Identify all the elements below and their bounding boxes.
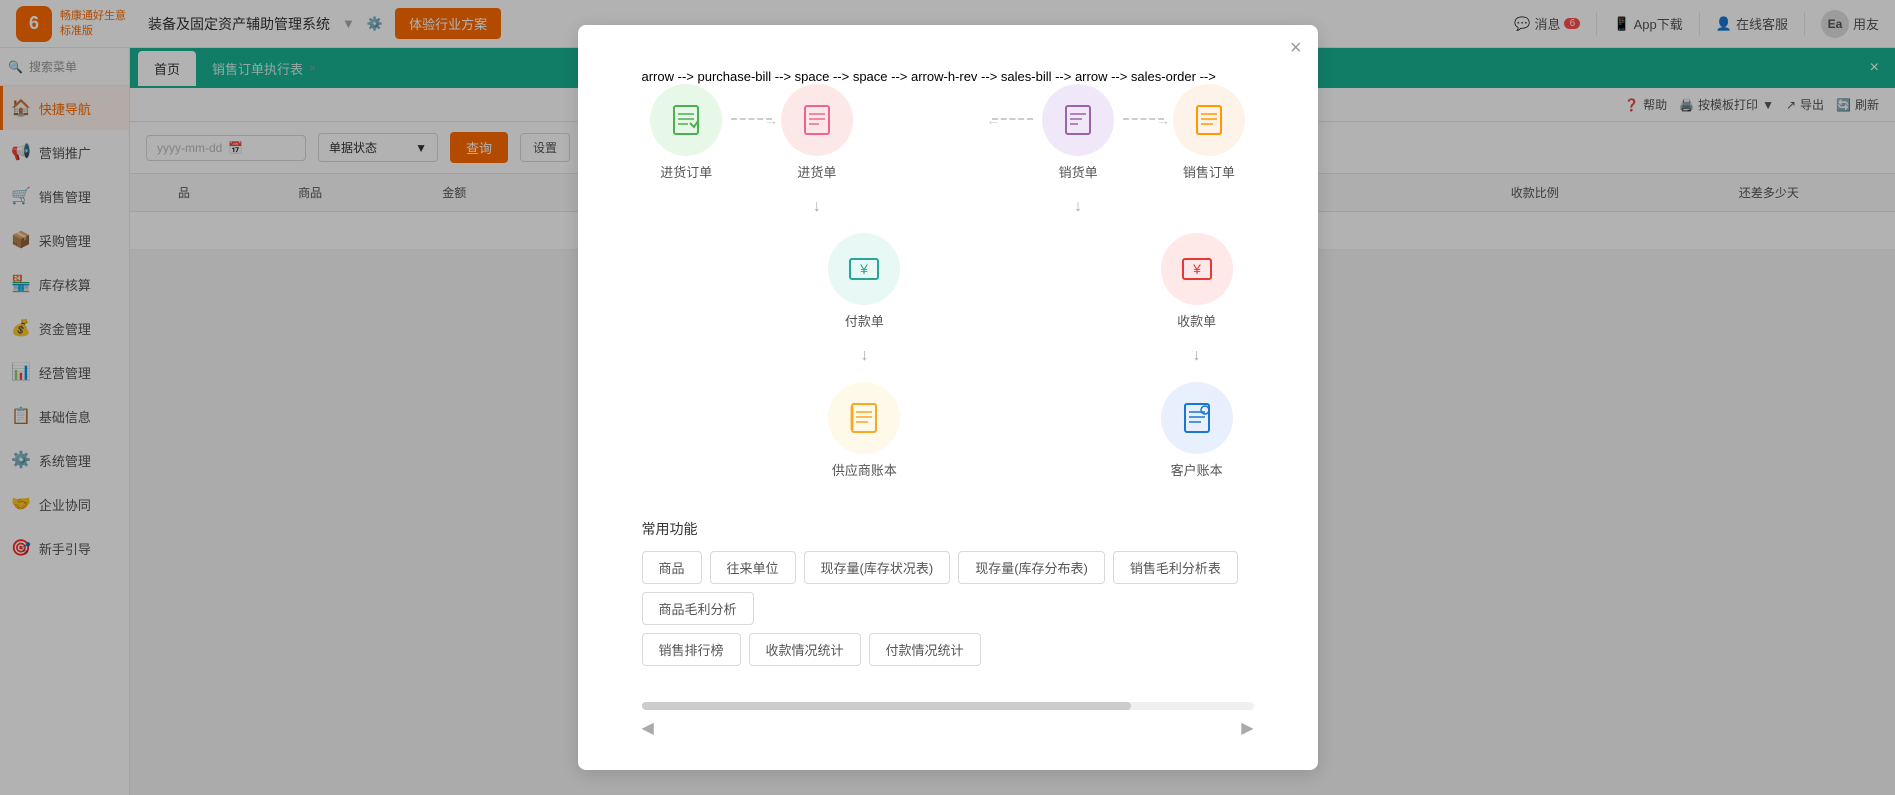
modal-scrollbar[interactable] [642, 702, 1254, 710]
payment-circle: ¥ [828, 233, 900, 305]
arrow-down-payment: ↓ [808, 348, 922, 364]
svg-text:¥: ¥ [860, 261, 869, 277]
func-btn-counterpart[interactable]: 往来单位 [710, 551, 796, 584]
purchase-bill-icon [799, 102, 835, 138]
workflow-row-arrows-2: ↓ ↓ [642, 340, 1254, 372]
wf-node-purchase-order[interactable]: 进货订单 [642, 84, 731, 181]
modal-scrollbar-thumb [642, 702, 1132, 710]
purchase-order-label: 进货订单 [660, 162, 712, 181]
workflow-diagram: arrow --> purchase-bill --> space --> sp… [602, 49, 1294, 509]
modal-overlay[interactable]: × arrow --> purchase-bill --> space --> … [0, 0, 1895, 795]
purchase-bill-label: 进货单 [797, 162, 836, 181]
func-buttons-row-1: 商品 往来单位 现存量(库存状况表) 现存量(库存分布表) 销售毛利分析表 商品… [642, 551, 1254, 625]
wf-node-payment[interactable]: ¥ 付款单 [808, 233, 922, 330]
svg-text:¥: ¥ [1192, 261, 1201, 277]
arrow-down-sales: ↓ [1033, 199, 1122, 215]
wf-node-purchase-bill[interactable]: 进货单 [772, 84, 861, 181]
payment-label: 付款单 [845, 311, 884, 330]
payment-icon: ¥ [846, 251, 882, 287]
sales-order-label: 销售订单 [1183, 162, 1235, 181]
wf-node-sales-bill[interactable]: 销货单 [1033, 84, 1122, 181]
func-buttons-row-2: 销售排行榜 收款情况统计 付款情况统计 [642, 633, 1254, 666]
purchase-order-icon [668, 102, 704, 138]
supplier-ledger-icon [846, 400, 882, 436]
common-functions-area: 常用功能 商品 往来单位 现存量(库存状况表) 现存量(库存分布表) 销售毛利分… [602, 509, 1294, 694]
sales-bill-label: 销货单 [1059, 162, 1098, 181]
workflow-modal: × arrow --> purchase-bill --> space --> … [578, 25, 1318, 770]
supplier-ledger-circle [828, 382, 900, 454]
wf-node-supplier-ledger[interactable]: 供应商账本 [808, 382, 922, 479]
sales-order-circle [1173, 84, 1245, 156]
receipt-icon: ¥ [1179, 251, 1215, 287]
func-btn-inventory-status[interactable]: 现存量(库存状况表) [804, 551, 951, 584]
arrow-down-purchase: ↓ [772, 199, 861, 215]
common-funcs-title: 常用功能 [642, 519, 1254, 539]
func-btn-goods[interactable]: 商品 [642, 551, 702, 584]
sales-bill-circle [1042, 84, 1114, 156]
supplier-ledger-label: 供应商账本 [832, 460, 897, 479]
workflow-row-5: 供应商账本 客户账本 [642, 382, 1254, 479]
func-btn-sales-margin[interactable]: 销售毛利分析表 [1113, 551, 1238, 584]
arrow-sales-order-to-bill: ← [992, 118, 1033, 120]
workflow-row-3: ¥ 付款单 ¥ 收款单 [642, 233, 1254, 330]
receipt-label: 收款单 [1177, 311, 1216, 330]
workflow-row-1: 进货订单 → 进货单 [642, 84, 1254, 181]
sales-order-icon [1191, 102, 1227, 138]
func-btn-inventory-dist[interactable]: 现存量(库存分布表) [958, 551, 1105, 584]
purchase-order-circle [650, 84, 722, 156]
wf-node-customer-ledger[interactable]: 客户账本 [1140, 382, 1254, 479]
func-btn-goods-margin[interactable]: 商品毛利分析 [642, 592, 754, 625]
func-btn-payment-stats[interactable]: 付款情况统计 [869, 633, 981, 666]
customer-ledger-circle [1161, 382, 1233, 454]
receipt-circle: ¥ [1161, 233, 1233, 305]
scroll-right-icon[interactable]: ▶ [1241, 718, 1253, 738]
workflow-row-arrows: ↓ ↓ [642, 191, 1254, 223]
customer-ledger-label: 客户账本 [1171, 460, 1223, 479]
scroll-left-icon[interactable]: ◀ [642, 718, 654, 738]
func-btn-receipt-stats[interactable]: 收款情况统计 [749, 633, 861, 666]
wf-node-sales-order[interactable]: 销售订单 [1164, 84, 1253, 181]
func-btn-sales-rank[interactable]: 销售排行榜 [642, 633, 741, 666]
sales-bill-icon [1060, 102, 1096, 138]
customer-ledger-icon [1179, 400, 1215, 436]
scrollbar-arrows: ◀ ▶ [602, 718, 1294, 746]
wf-node-receipt[interactable]: ¥ 收款单 [1140, 233, 1254, 330]
arrow-sales-bill-to-order: → [1123, 118, 1164, 120]
arrow-down-receipt: ↓ [1140, 348, 1254, 364]
modal-close-button[interactable]: × [1290, 37, 1302, 60]
arrow-purchase-to-bill: → [731, 118, 772, 120]
purchase-bill-circle [781, 84, 853, 156]
